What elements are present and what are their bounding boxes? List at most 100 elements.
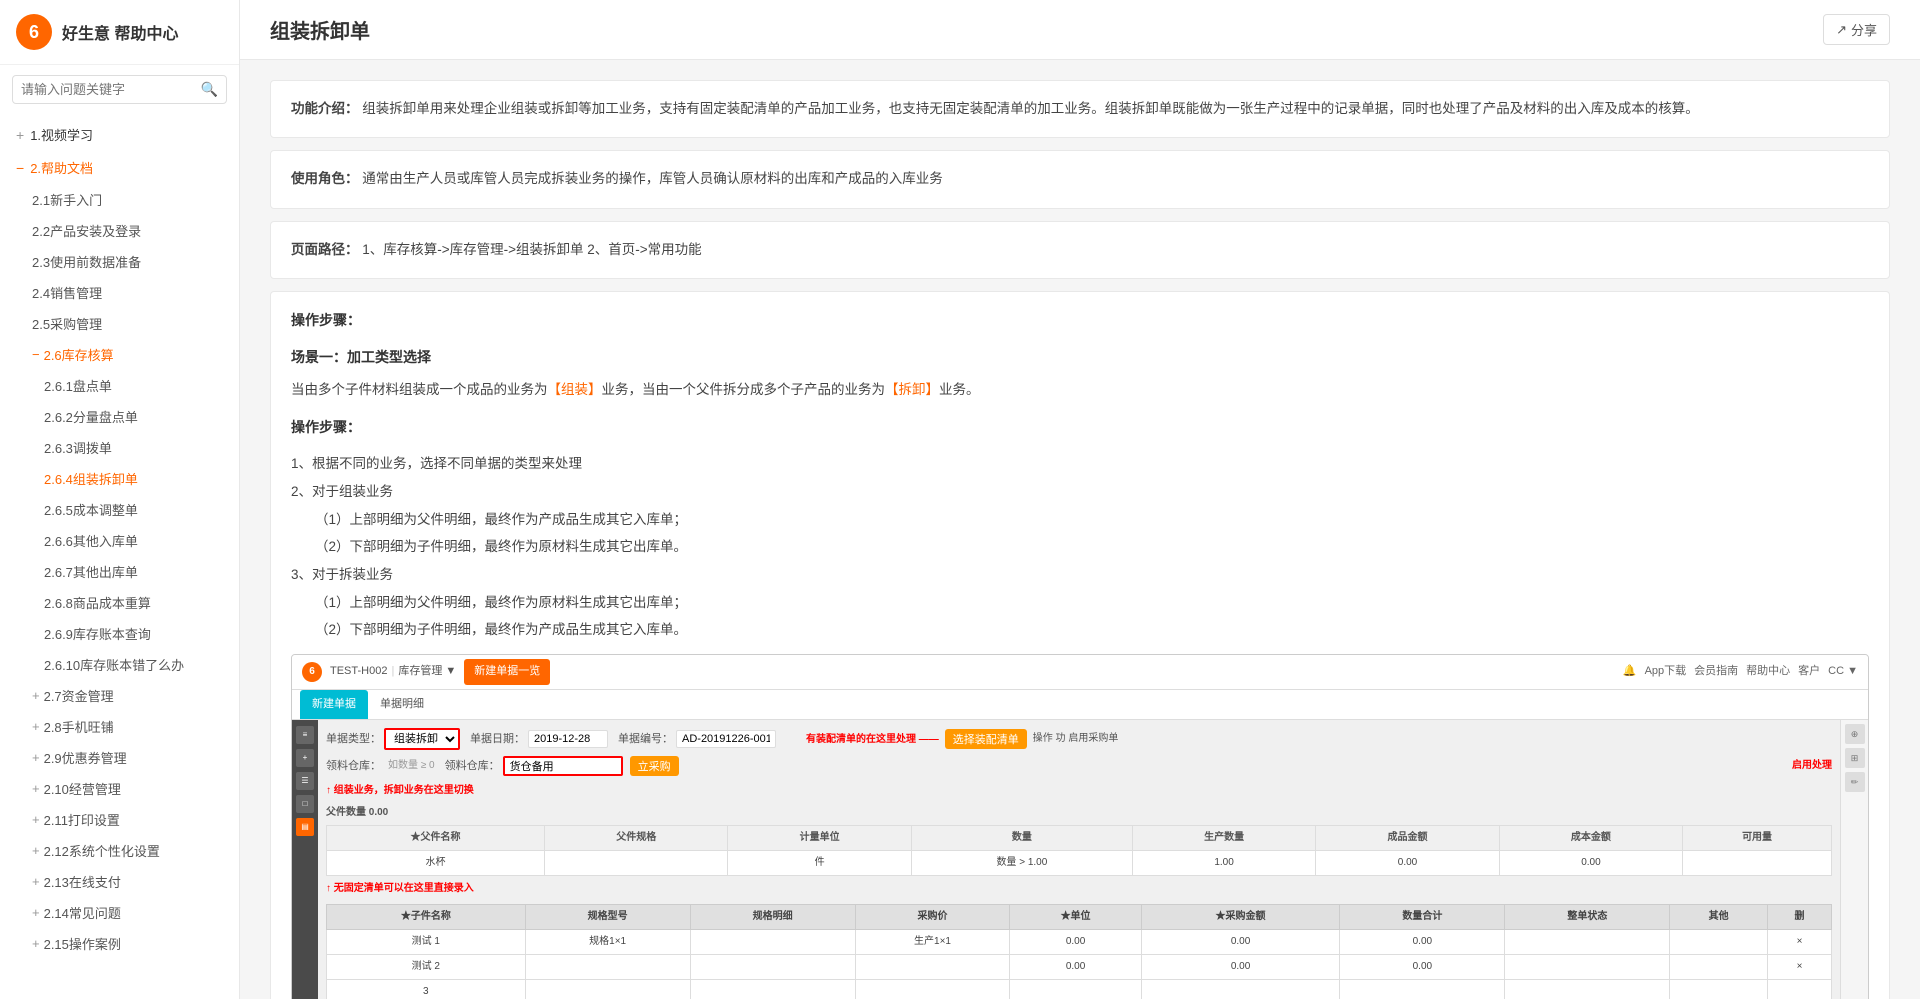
sidebar-item-inventory[interactable]: − 2.6库存核算 (0, 339, 239, 370)
parent-table: ★父件名称 父件规格 计量单位 数量 生产数量 成品金额 成本金额 可用量 (326, 825, 1832, 876)
sidebar-item-print[interactable]: + 2.11打印设置 (0, 804, 239, 835)
type-field: 单据类型： 组装拆卸 (326, 728, 460, 750)
menu-icon1: ≡ (296, 726, 314, 744)
right-icon-3: ✏ (1845, 772, 1865, 792)
step3-1: （1）上部明细为父件明细，最终作为原材料生成其它出库单； (315, 591, 1869, 615)
col-del: 删 (1767, 905, 1831, 930)
member-guide: 会员指南 (1694, 662, 1738, 682)
col-buy-price: 采购价 (855, 905, 1010, 930)
main-header: 组装拆卸单 ↗ 分享 (240, 0, 1920, 60)
cell-parent-name: 水杯 (327, 851, 545, 876)
annotation-assembly: 有装配清单的在这里处理 —— (806, 734, 939, 745)
screenshot: 6 TEST-H002 | 库存管理 ▼ 新建单据一览 🔔 App下载 会员指南… (291, 654, 1869, 999)
search-icon[interactable]: 🔍 (201, 81, 218, 98)
assembly-list-btn[interactable]: 选择装配清单 (945, 729, 1027, 749)
module-select: 库存管理 ▼ (398, 662, 456, 682)
tab-new-doc[interactable]: 新建单据 (300, 690, 368, 720)
menu-icon2: + (296, 749, 314, 767)
warehouse-label: 领料仓库： (326, 757, 381, 777)
annotation-process: 启用处理 (1792, 757, 1832, 775)
search-input[interactable] (21, 82, 201, 97)
intro-card: 功能介绍： 组装拆卸单用来处理企业组装或拆卸等加工业务，支持有固定装配清单的产品… (270, 80, 1890, 138)
col-parent-spec: 父件规格 (545, 826, 728, 851)
warehouse-hint: 如数量 ≥ 0 (388, 757, 435, 775)
sidebar-item-cases[interactable]: + 2.15操作案例 (0, 928, 239, 959)
sidebar-item-sales[interactable]: 2.4销售管理 (0, 277, 239, 308)
sidebar-item-onlinepay[interactable]: + 2.13在线支付 (0, 866, 239, 897)
lower-table-annotation: ↑ 无固定清单可以在这里直接录入 (326, 880, 1832, 898)
actions-label: 操作 功 启用采购单 (1033, 730, 1119, 748)
form-row2: 领料仓库： 如数量 ≥ 0 领料仓库： 立采购 启用处理 (326, 756, 1832, 776)
code-input[interactable] (676, 730, 776, 748)
step2-2: （2）下部明细为子件明细，最终作为原材料生成其它出库单。 (315, 535, 1869, 559)
collapse-icon: − (16, 160, 24, 176)
sidebar-item-newbie[interactable]: 2.1新手入门 (0, 184, 239, 215)
cell-produce-qty: 1.00 (1132, 851, 1315, 876)
sidebar-item-stocktake[interactable]: 2.6.1盘点单 (0, 370, 239, 401)
child-row-1: 测试 1 规格1×1 生产1×1 0.00 0.00 0.00 (327, 930, 1832, 955)
confirm-btn[interactable]: 立采购 (630, 756, 679, 776)
ops-card: 操作步骤： 场景一：加工类型选择 当由多个子件材料组装成一个成品的业务为【组装】… (270, 291, 1890, 999)
sidebar-item-video[interactable]: + 1.视频学习 (0, 118, 239, 151)
date-label: 单据日期： (470, 730, 525, 750)
help-center: 帮助中心 (1746, 662, 1790, 682)
step1: 1、根据不同的业务，选择不同单据的类型来处理 (291, 452, 1869, 476)
col-child-unit: ★单位 (1010, 905, 1141, 930)
sidebar-item-docs[interactable]: − 2.帮助文档 (0, 151, 239, 184)
sidebar-item-install[interactable]: 2.2产品安装及登录 (0, 215, 239, 246)
col-spec-type: 规格型号 (525, 905, 690, 930)
app-form-area: 单据类型： 组装拆卸 单据日期： 单据 (318, 720, 1840, 999)
code-label: 单据编号： (618, 730, 673, 750)
bell-icon: 🔔 (1623, 662, 1637, 682)
logo-icon: 6 (16, 14, 52, 50)
new-doc-btn[interactable]: 新建单据一览 (464, 659, 550, 685)
app-download: App下载 (1645, 662, 1687, 682)
step3: 3、对于拆装业务 (291, 563, 1869, 587)
sidebar-item-partialstock[interactable]: 2.6.2分量盘点单 (0, 401, 239, 432)
logo-area: 6 好生意 帮助中心 (0, 0, 239, 65)
page-title: 组装拆卸单 (270, 15, 370, 44)
sidebar-item-costcalc[interactable]: 2.6.8商品成本重算 (0, 587, 239, 618)
sidebar-item-otheroutstock[interactable]: 2.6.7其他出库单 (0, 556, 239, 587)
expand-icon: + (16, 127, 24, 143)
sidebar-item-otherinstock[interactable]: 2.6.6其他入库单 (0, 525, 239, 556)
cell-available (1683, 851, 1832, 876)
sidebar-item-operation[interactable]: + 2.10经营管理 (0, 773, 239, 804)
search-box[interactable]: 🔍 (12, 75, 227, 104)
customer: 客户 (1798, 662, 1820, 682)
menu-icon-active: ▤ (296, 818, 314, 836)
sidebar-item-stockwrong[interactable]: 2.6.10库存账本错了么办 (0, 649, 239, 680)
form-row1: 单据类型： 组装拆卸 单据日期： 单据 (326, 728, 1832, 750)
role-label: 使用角色： (291, 171, 359, 186)
sidebar-item-finance[interactable]: + 2.7资金管理 (0, 680, 239, 711)
date-input[interactable] (528, 730, 608, 748)
col-spec-detail: 规格明细 (690, 905, 855, 930)
app-title: 好生意 帮助中心 (62, 20, 178, 44)
col-buy-amount: ★采购金额 (1141, 905, 1340, 930)
table-row: 水杯 件 数量 > 1.00 1.00 0.00 0.00 (327, 851, 1832, 876)
cell-unit: 件 (728, 851, 911, 876)
col-produce-qty: 生产数量 (1132, 826, 1315, 851)
sidebar-item-prepare[interactable]: 2.3使用前数据准备 (0, 246, 239, 277)
ops-heading: 操作步骤： (291, 308, 1869, 333)
role-card: 使用角色： 通常由生产人员或库管人员完成拆装业务的操作，库管人员确认原材料的出库… (270, 150, 1890, 208)
navigation: + 1.视频学习 − 2.帮助文档 2.1新手入门 2.2产品安装及登录 2.3… (0, 114, 239, 963)
cc-icon: CC ▼ (1828, 662, 1858, 682)
type-select[interactable]: 组装拆卸 (384, 728, 460, 750)
sidebar-item-stockcheck[interactable]: 2.6.9库存账本查询 (0, 618, 239, 649)
sidebar-item-faq[interactable]: + 2.14常见问题 (0, 897, 239, 928)
sidebar-item-adjust[interactable]: 2.6.3调拨单 (0, 432, 239, 463)
assembly-input[interactable] (503, 756, 623, 776)
menu-icon4: □ (296, 795, 314, 813)
sidebar-item-costadjust[interactable]: 2.6.5成本调整单 (0, 494, 239, 525)
tab-doc-detail[interactable]: 单据明细 (368, 690, 436, 720)
intro-text: 组装拆卸单用来处理企业组装或拆卸等加工业务，支持有固定装配清单的产品加工业务，也… (362, 101, 1699, 116)
sidebar-item-purchase[interactable]: 2.5采购管理 (0, 308, 239, 339)
sidebar-item-personalize[interactable]: + 2.12系统个性化设置 (0, 835, 239, 866)
sidebar-item-mobile[interactable]: + 2.8手机旺铺 (0, 711, 239, 742)
upper-section-label: 父件数量 0.00 (326, 804, 1832, 822)
sidebar-item-assemble[interactable]: 2.6.4组装拆卸单 (0, 463, 239, 494)
sidebar-item-coupon[interactable]: + 2.9优惠券管理 (0, 742, 239, 773)
step2: 2、对于组装业务 (291, 480, 1869, 504)
share-button[interactable]: ↗ 分享 (1823, 14, 1890, 45)
